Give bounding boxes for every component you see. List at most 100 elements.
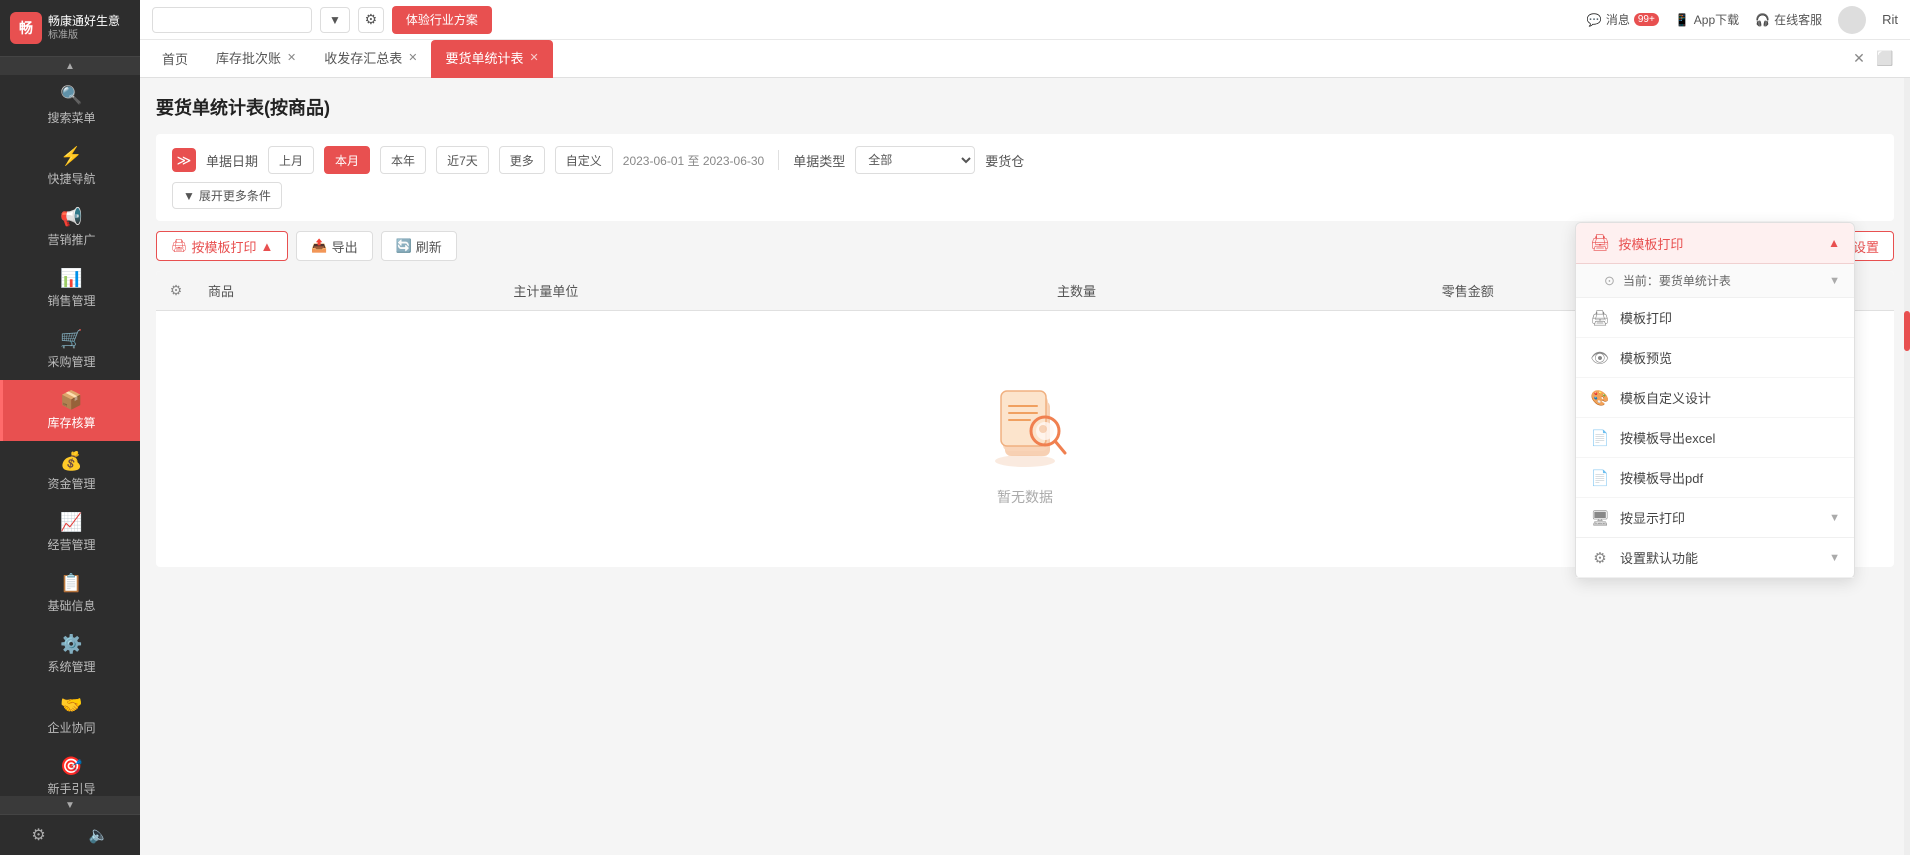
sidebar-item-inventory[interactable]: 📦 库存核算 — [0, 380, 140, 441]
scroll-thumb[interactable] — [1904, 311, 1910, 351]
filter-card: ≫ 单据日期 上月 本月 本年 近7天 更多 自定义 2023-06-01 至 … — [156, 134, 1894, 221]
empty-text: 暂无数据 — [997, 487, 1053, 507]
dropdown-item-template-excel[interactable]: 📄 按模板导出excel — [1576, 418, 1854, 458]
messages-item[interactable]: 💬 消息 99+ — [1587, 11, 1659, 28]
tab-inventory-batch-close[interactable]: ✕ — [287, 51, 296, 64]
tab-order-stats[interactable]: 要货单统计表 ✕ — [431, 40, 552, 78]
sidebar-item-marketing[interactable]: 📢 营销推广 — [0, 197, 140, 258]
expand-conditions-row: ▼ 展开更多条件 — [172, 182, 1878, 209]
expand-label: 展开更多条件 — [199, 187, 271, 204]
col-product: 商品 — [196, 271, 501, 311]
dropdown-item-template-preview[interactable]: 👁 模板预览 — [1576, 338, 1854, 378]
sidebar-item-system[interactable]: ⚙️ 系统管理 — [0, 624, 140, 685]
sidebar-item-finance[interactable]: 💰 资金管理 — [0, 441, 140, 502]
dropdown-title: 按模板打印 — [1618, 234, 1683, 253]
export-button[interactable]: 📤 导出 — [296, 231, 372, 261]
tab-home[interactable]: 首页 — [148, 40, 202, 78]
template-pdf-icon: 📄 — [1590, 469, 1610, 487]
app-download-icon: 📱 — [1675, 13, 1690, 27]
sidebar-item-collab[interactable]: 🤝 企业协同 — [0, 685, 140, 746]
display-print-label: 按显示打印 — [1620, 508, 1685, 527]
date-btn-7days[interactable]: 近7天 — [436, 146, 489, 174]
date-btn-last-month[interactable]: 上月 — [268, 146, 314, 174]
online-service-item[interactable]: 🎧 在线客服 — [1755, 11, 1822, 28]
dropdown-item-template-print[interactable]: 🖨 模板打印 — [1576, 298, 1854, 338]
col-quantity: 主数量 — [1045, 271, 1430, 311]
user-name: Rit — [1882, 12, 1898, 27]
refresh-button[interactable]: 🔄 刷新 — [381, 231, 457, 261]
sidebar-item-collab-label: 企业协同 — [47, 719, 95, 736]
dropdown-current-label: 当前：要货单统计表 — [1623, 272, 1731, 289]
tab-order-stats-label: 要货单统计表 — [445, 48, 523, 67]
dropdown-item-template-design[interactable]: 🎨 模板自定义设计 — [1576, 378, 1854, 418]
sidebar-item-guide-label: 新手引导 — [47, 780, 95, 796]
settings-bottom-icon[interactable]: ⚙ — [31, 825, 45, 845]
sidebar-scroll-up[interactable]: ▲ — [0, 57, 140, 75]
tab-order-stats-close[interactable]: ✕ — [530, 51, 539, 64]
print-template-button[interactable]: 🖨 按模板打印 ▲ — [156, 231, 288, 261]
sidebar-item-sales[interactable]: 📊 销售管理 — [0, 258, 140, 319]
tab-receipt-summary-label: 收发存汇总表 — [324, 48, 402, 67]
messages-label: 消息 — [1606, 11, 1630, 28]
sidebar-item-guide[interactable]: 🎯 新手引导 — [0, 746, 140, 796]
sidebar-scroll-down[interactable]: ▼ — [0, 796, 140, 814]
app-version: 标准版 — [48, 29, 120, 42]
tab-home-label: 首页 — [162, 49, 188, 68]
sidebar-item-basic[interactable]: 📋 基础信息 — [0, 563, 140, 624]
sidebar-item-quicknav[interactable]: ⚡ 快捷导航 — [0, 136, 140, 197]
sidebar-item-search[interactable]: 🔍 搜索菜单 — [0, 75, 140, 136]
col-gear[interactable]: ⚙ — [156, 271, 196, 311]
messages-icon: 💬 — [1587, 13, 1602, 27]
sidebar-item-purchase[interactable]: 🛒 采购管理 — [0, 319, 140, 380]
set-default-arrow: ▼ — [1829, 552, 1840, 564]
template-design-label: 模板自定义设计 — [1620, 388, 1711, 407]
expand-conditions-button[interactable]: ▼ 展开更多条件 — [172, 182, 282, 209]
trial-btn[interactable]: 体验行业方案 — [392, 6, 492, 34]
avatar[interactable] — [1838, 6, 1866, 34]
online-service-icon: 🎧 — [1755, 13, 1770, 27]
type-filter-select[interactable]: 全部 要货单 退货单 — [855, 146, 975, 174]
type-filter-label: 单据类型 — [793, 151, 845, 170]
audio-bottom-icon[interactable]: 🔈 — [89, 825, 109, 845]
page-title: 要货单统计表(按商品) — [156, 94, 1894, 120]
window-close-btn[interactable]: ✕ — [1850, 50, 1868, 68]
dropdown-current-arrow: ▼ — [1829, 275, 1840, 287]
filter-row: ≫ 单据日期 上月 本月 本年 近7天 更多 自定义 2023-06-01 至 … — [172, 146, 1878, 174]
filter-separator — [778, 150, 779, 170]
dropdown-item-template-pdf[interactable]: 📄 按模板导出pdf — [1576, 458, 1854, 498]
topbar-dropdown-button[interactable]: ▼ — [320, 7, 350, 33]
filter-expand-button[interactable]: ≫ — [172, 148, 196, 172]
tabs-bar: 首页 库存批次账 ✕ 收发存汇总表 ✕ 要货单统计表 ✕ ✕ ⬜ — [140, 40, 1910, 78]
app-name: 畅康通好生意 — [48, 14, 120, 30]
app-download-item[interactable]: 📱 App下载 — [1675, 11, 1739, 28]
date-btn-this-year[interactable]: 本年 — [380, 146, 426, 174]
date-btn-this-month[interactable]: 本月 — [324, 146, 370, 174]
dropdown-section-default[interactable]: ⚙ 设置默认功能 ▼ — [1576, 538, 1854, 578]
purchase-icon: 🛒 — [60, 329, 82, 350]
set-default-label: 设置默认功能 — [1620, 548, 1698, 567]
sidebar-item-operation[interactable]: 📈 经营管理 — [0, 502, 140, 563]
table-gear-icon[interactable]: ⚙ — [170, 282, 183, 298]
date-btn-more[interactable]: 更多 — [499, 146, 545, 174]
topbar-gear-button[interactable]: ⚙ — [358, 7, 384, 33]
dropdown-collapse-arrow[interactable]: ▲ — [1828, 236, 1840, 250]
topbar-right: 💬 消息 99+ 📱 App下载 🎧 在线客服 Rit — [1587, 6, 1898, 34]
dropdown-arrow-icon: ▼ — [329, 13, 341, 27]
tab-window-controls: ✕ ⬜ — [1850, 50, 1902, 68]
dropdown-section-display[interactable]: 🖥 按显示打印 ▼ — [1576, 498, 1854, 538]
export-icon: 📤 — [311, 238, 327, 254]
expand-icon: ▼ — [183, 189, 195, 203]
tab-inventory-batch[interactable]: 库存批次账 ✕ — [202, 40, 310, 78]
sidebar-item-system-label: 系统管理 — [47, 658, 95, 675]
topbar-search-input[interactable] — [152, 7, 312, 33]
app-download-label: App下载 — [1694, 11, 1739, 28]
window-maximize-btn[interactable]: ⬜ — [1876, 50, 1894, 68]
date-btn-custom[interactable]: 自定义 — [555, 146, 613, 174]
page-area: 要货单统计表(按商品) ≫ 单据日期 上月 本月 本年 近7天 更多 自定义 2… — [140, 78, 1910, 855]
marketing-icon: 📢 — [60, 207, 82, 228]
tab-receipt-summary-close[interactable]: ✕ — [408, 51, 417, 64]
refresh-icon: 🔄 — [396, 238, 412, 254]
tab-receipt-summary[interactable]: 收发存汇总表 ✕ — [310, 40, 431, 78]
template-print-icon: 🖨 — [1590, 309, 1610, 327]
system-icon: ⚙️ — [60, 634, 82, 655]
